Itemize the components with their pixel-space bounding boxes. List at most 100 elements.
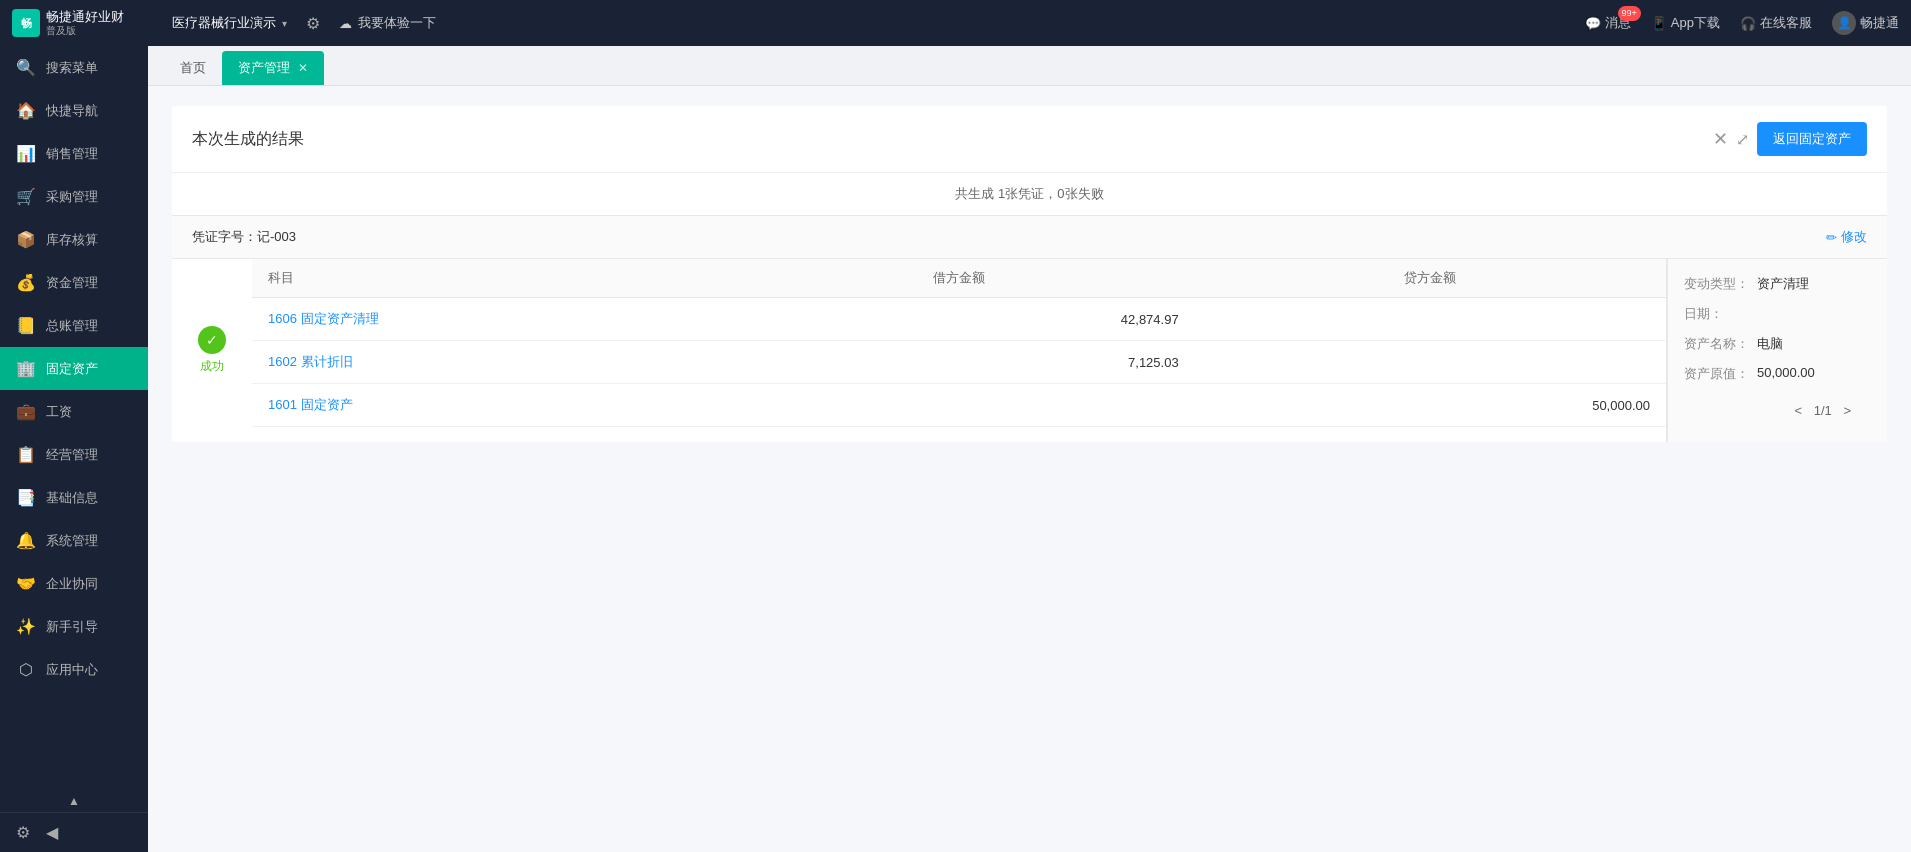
sidebar-item-capital[interactable]: 💰 资金管理 (0, 261, 148, 304)
sidebar-item-label: 企业协同 (46, 575, 98, 593)
enterprise-icon: 🤝 (16, 574, 36, 593)
success-label: 成功 (200, 358, 224, 375)
company-selector[interactable]: 医疗器械行业演示 ▾ (172, 14, 287, 32)
service-icon: 🎧 (1740, 16, 1756, 31)
edit-voucher-link[interactable]: ✏ 修改 (1826, 228, 1867, 246)
asset-original-label: 资产原值： (1684, 365, 1749, 383)
logo-area: 畅 畅捷通好业财 普及版 (12, 9, 160, 37)
sidebar-item-guide[interactable]: ✨ 新手引导 (0, 605, 148, 648)
change-type-value: 资产清理 (1757, 275, 1809, 293)
info-asset-name: 资产名称： 电脑 (1684, 335, 1871, 353)
app-download-btn[interactable]: 📱 App下载 (1651, 14, 1720, 32)
sidebar-item-label: 搜索菜单 (46, 59, 98, 77)
row2-credit (1195, 350, 1666, 374)
collapse-sidebar-icon[interactable]: ◀ (46, 823, 58, 842)
row3-credit: 50,000.00 (1195, 386, 1666, 425)
experience-btn[interactable]: ☁ 我要体验一下 (339, 14, 436, 32)
sidebar-item-label: 新手引导 (46, 618, 98, 636)
sidebar-item-label: 基础信息 (46, 489, 98, 507)
salary-icon: 💼 (16, 402, 36, 421)
online-service-label: 在线客服 (1760, 14, 1812, 32)
sidebar-item-label: 工资 (46, 403, 72, 421)
sidebar-item-app-center[interactable]: ⬡ 应用中心 (0, 648, 148, 691)
sidebar-item-sales[interactable]: 📊 销售管理 (0, 132, 148, 175)
company-name: 医疗器械行业演示 (172, 14, 276, 32)
info-change-type: 变动类型： 资产清理 (1684, 275, 1871, 293)
sidebar-item-purchase[interactable]: 🛒 采购管理 (0, 175, 148, 218)
sidebar-item-search[interactable]: 🔍 搜索菜单 (0, 46, 148, 89)
scroll-indicator[interactable]: ▲ (0, 790, 148, 812)
sidebar-item-enterprise[interactable]: 🤝 企业协同 (0, 562, 148, 605)
sidebar-item-basic-info[interactable]: 📑 基础信息 (0, 476, 148, 519)
tab-asset-label: 资产管理 (238, 59, 290, 77)
sidebar-item-salary[interactable]: 💼 工资 (0, 390, 148, 433)
user-profile-btn[interactable]: 👤 畅捷通 (1832, 11, 1899, 35)
online-service-btn[interactable]: 🎧 在线客服 (1740, 14, 1812, 32)
sidebar: 🔍 搜索菜单 🏠 快捷导航 📊 销售管理 🛒 采购管理 📦 库存核算 💰 (0, 46, 148, 852)
account-link[interactable]: 1601 固定资产 (268, 397, 353, 412)
close-panel-icon[interactable]: ✕ (1713, 128, 1728, 150)
system-icon: 🔔 (16, 531, 36, 550)
sidebar-item-system[interactable]: 🔔 系统管理 (0, 519, 148, 562)
sidebar-item-business[interactable]: 📋 经营管理 (0, 433, 148, 476)
tab-close-icon[interactable]: ✕ (298, 61, 308, 75)
sidebar-bottom: ⚙ ◀ (0, 812, 148, 852)
info-date: 日期： (1684, 305, 1871, 323)
sidebar-item-quick-nav[interactable]: 🏠 快捷导航 (0, 89, 148, 132)
sidebar-item-label: 库存核算 (46, 231, 98, 249)
sidebar-item-inventory[interactable]: 📦 库存核算 (0, 218, 148, 261)
header-center: 医疗器械行业演示 ▾ ⚙ ☁ 我要体验一下 (160, 9, 1585, 37)
pagination: < 1/1 > (1684, 395, 1871, 426)
page-info: 1/1 (1814, 403, 1832, 418)
app-center-icon: ⬡ (16, 660, 36, 679)
tab-asset-mgmt[interactable]: 资产管理 ✕ (222, 51, 324, 85)
voucher-number: 凭证字号：记-003 (192, 228, 296, 246)
return-to-fixed-assets-button[interactable]: 返回固定资产 (1757, 122, 1867, 156)
table-row: 1601 固定资产 50,000.00 (252, 384, 1666, 427)
basic-info-icon: 📑 (16, 488, 36, 507)
voucher-header: 凭证字号：记-003 ✏ 修改 (172, 216, 1887, 259)
voucher-body: ✓ 成功 科目 借方金额 贷方金额 (172, 259, 1887, 442)
sidebar-item-label: 系统管理 (46, 532, 98, 550)
purchase-icon: 🛒 (16, 187, 36, 206)
col-header-account: 科目 (252, 259, 723, 297)
date-label: 日期： (1684, 305, 1723, 323)
avatar: 👤 (1832, 11, 1856, 35)
col-header-credit: 贷方金额 (1195, 259, 1666, 297)
bottom-settings-icon[interactable]: ⚙ (16, 823, 30, 842)
app-download-label: App下载 (1671, 14, 1720, 32)
experience-label: 我要体验一下 (358, 14, 436, 32)
edit-icon: ✏ (1826, 230, 1837, 245)
sidebar-item-ledger[interactable]: 📒 总账管理 (0, 304, 148, 347)
account-link[interactable]: 1606 固定资产清理 (268, 311, 379, 326)
messages-badge: 99+ (1618, 6, 1641, 21)
sidebar-item-label: 资金管理 (46, 274, 98, 292)
voucher-table-area: ✓ 成功 科目 借方金额 贷方金额 (172, 259, 1667, 442)
tab-home[interactable]: 首页 (164, 51, 222, 85)
page-title: 本次生成的结果 (192, 129, 304, 150)
messages-btn[interactable]: 💬 消息 99+ (1585, 14, 1631, 32)
sidebar-item-label: 销售管理 (46, 145, 98, 163)
logo-main: 畅捷通好业财 (46, 9, 124, 25)
asset-original-value: 50,000.00 (1757, 365, 1815, 380)
sidebar-item-label: 总账管理 (46, 317, 98, 335)
main-layout: 🔍 搜索菜单 🏠 快捷导航 📊 销售管理 🛒 采购管理 📦 库存核算 💰 (0, 46, 1911, 852)
edit-label: 修改 (1841, 228, 1867, 246)
sidebar-nav: 🔍 搜索菜单 🏠 快捷导航 📊 销售管理 🛒 采购管理 📦 库存核算 💰 (0, 46, 148, 790)
next-page-btn[interactable]: > (1843, 403, 1851, 418)
change-type-label: 变动类型： (1684, 275, 1749, 293)
chevron-down-icon: ▾ (282, 18, 287, 29)
prev-page-btn[interactable]: < (1794, 403, 1802, 418)
account-link[interactable]: 1602 累计折旧 (268, 354, 353, 369)
success-indicator: ✓ 成功 (172, 259, 252, 442)
expand-panel-icon[interactable]: ⤢ (1736, 130, 1749, 149)
username: 畅捷通 (1860, 14, 1899, 32)
business-icon: 📋 (16, 445, 36, 464)
ledger-icon: 📒 (16, 316, 36, 335)
sidebar-item-label: 应用中心 (46, 661, 98, 679)
sidebar-item-fixed-assets[interactable]: 🏢 固定资产 (0, 347, 148, 390)
settings-icon-btn[interactable]: ⚙ (299, 9, 327, 37)
inventory-icon: 📦 (16, 230, 36, 249)
home-icon: 🏠 (16, 101, 36, 120)
tab-home-label: 首页 (180, 60, 206, 75)
